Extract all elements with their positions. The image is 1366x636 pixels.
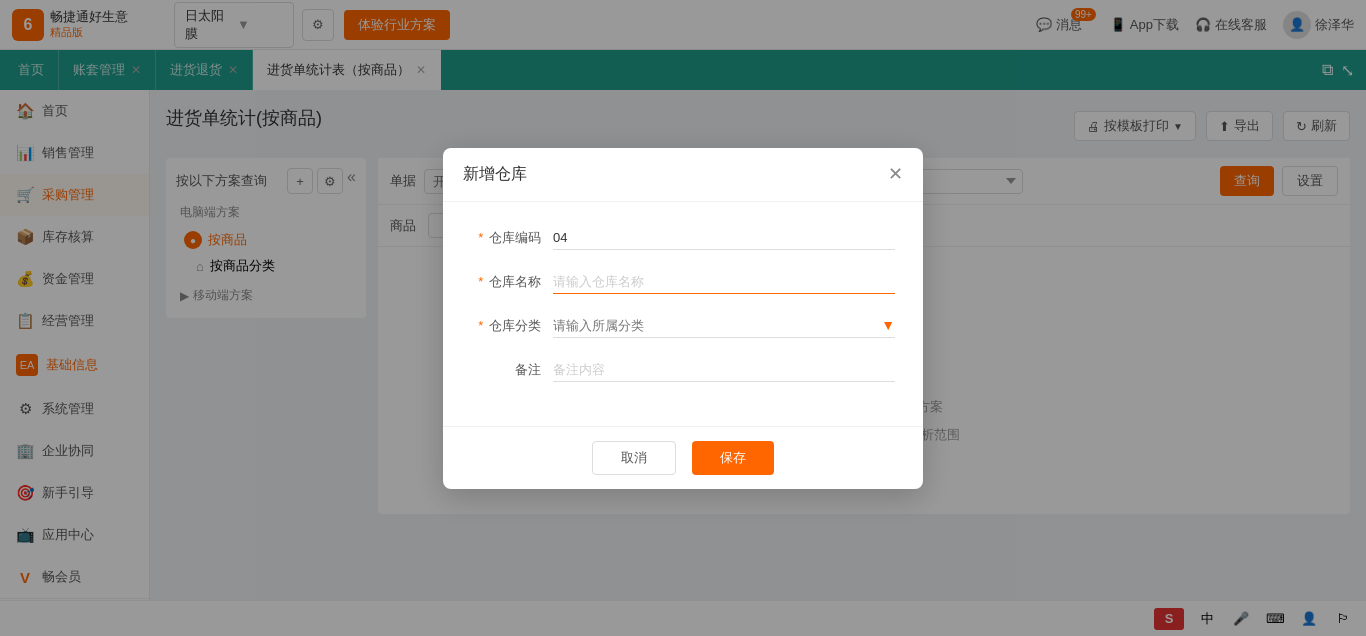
category-label: * 仓库分类 [471, 317, 541, 335]
form-row-code: * 仓库编码 [471, 226, 895, 250]
note-input[interactable] [553, 358, 895, 382]
dialog-header: 新增仓库 ✕ [443, 148, 923, 202]
warehouse-code-input[interactable] [553, 226, 895, 250]
category-required-mark: * [478, 318, 483, 333]
category-dropdown-arrow[interactable]: ▼ [881, 317, 895, 333]
name-required-mark: * [478, 274, 483, 289]
note-label: 备注 [471, 361, 541, 379]
dialog-title: 新增仓库 [463, 164, 527, 185]
form-row-name: * 仓库名称 [471, 270, 895, 294]
code-required-mark: * [478, 230, 483, 245]
new-warehouse-dialog: 新增仓库 ✕ * 仓库编码 * 仓库名称 [443, 148, 923, 489]
form-row-note: 备注 [471, 358, 895, 382]
code-label: * 仓库编码 [471, 229, 541, 247]
dialog-body: * 仓库编码 * 仓库名称 * 仓库分类 [443, 202, 923, 426]
form-row-category: * 仓库分类 ▼ [471, 314, 895, 338]
category-select-input[interactable] [553, 314, 881, 337]
warehouse-name-input[interactable] [553, 270, 895, 294]
name-label: * 仓库名称 [471, 273, 541, 291]
modal-overlay[interactable]: 新增仓库 ✕ * 仓库编码 * 仓库名称 [0, 0, 1366, 636]
category-select-row: ▼ [553, 314, 895, 338]
cancel-button[interactable]: 取消 [592, 441, 676, 475]
save-button[interactable]: 保存 [692, 441, 774, 475]
dialog-footer: 取消 保存 [443, 426, 923, 489]
dialog-close-button[interactable]: ✕ [888, 165, 903, 183]
